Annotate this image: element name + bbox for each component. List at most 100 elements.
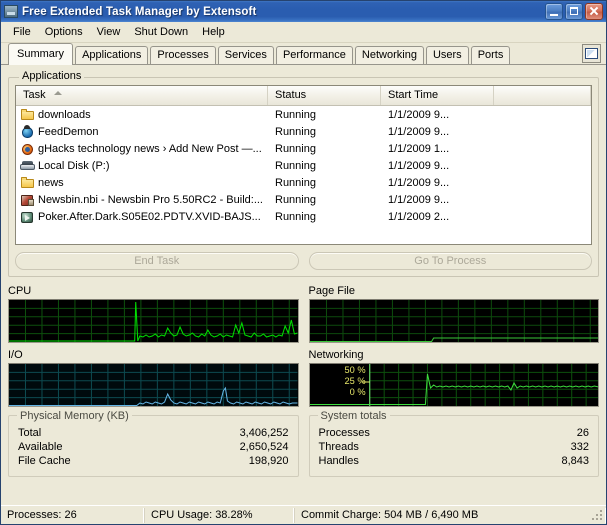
- system-totals-panel: System totals Processes 26 Threads 332 H…: [308, 410, 599, 477]
- window-title: Free Extended Task Manager by Extensoft: [22, 5, 257, 18]
- newsbin-icon: [20, 193, 35, 207]
- media-player-icon: [20, 210, 35, 224]
- networking-axis-label-0: 0 %: [349, 387, 365, 397]
- go-to-process-button[interactable]: Go To Process: [308, 252, 592, 270]
- menu-shut-down[interactable]: Shut Down: [127, 24, 195, 40]
- page-file-graph: [308, 299, 599, 343]
- summary-tab-panel: Applications Task Status Start Time down…: [1, 65, 606, 505]
- totals-processes-value: 26: [576, 427, 589, 439]
- window-controls: [545, 3, 603, 20]
- disk-drive-icon: [20, 159, 35, 173]
- task-status: Running: [275, 193, 316, 206]
- io-graph-label: I/O: [8, 349, 23, 361]
- title-bar: Free Extended Task Manager by Extensoft: [1, 1, 606, 22]
- io-graph: [8, 363, 299, 407]
- task-name: downloads: [38, 108, 91, 121]
- column-header-task-label: Task: [23, 89, 46, 101]
- memory-total-label: Total: [18, 427, 42, 439]
- networking-axis-label-50: 50 %: [344, 365, 365, 375]
- applications-group-label: Applications: [19, 70, 85, 82]
- list-item: Handles 8,843: [319, 454, 590, 468]
- always-on-top-button[interactable]: [582, 44, 601, 63]
- cpu-graph-label: CPU: [8, 285, 32, 297]
- list-item: Threads 332: [319, 440, 590, 454]
- task-name: FeedDemon: [38, 125, 99, 138]
- system-totals-title: System totals: [317, 410, 390, 422]
- physical-memory-title: Physical Memory (KB): [17, 410, 132, 422]
- cpu-graph: [8, 299, 299, 343]
- column-header-status[interactable]: Status: [268, 86, 381, 105]
- memory-available-label: Available: [18, 441, 63, 453]
- table-row[interactable]: downloads Running 1/1/2009 9...: [16, 106, 591, 123]
- io-graph-cell: I/O: [8, 349, 299, 407]
- maximize-button[interactable]: [565, 3, 583, 20]
- task-status: Running: [275, 108, 316, 121]
- status-bar: Processes: 26 CPU Usage: 38.28% Commit C…: [1, 505, 606, 524]
- close-button[interactable]: [585, 3, 603, 20]
- list-item: Total 3,406,252: [18, 426, 289, 440]
- networking-graph: 50 % 25 % 0 %: [308, 363, 599, 407]
- tab-applications[interactable]: Applications: [75, 46, 149, 64]
- tab-processes[interactable]: Processes: [150, 46, 216, 64]
- networking-graph-label: Networking: [308, 349, 364, 361]
- networking-graph-cell: Networking 50 % 25 % 0 %: [308, 349, 599, 407]
- cpu-graph-cell: CPU: [8, 285, 299, 343]
- task-name: Poker.After.Dark.S05E02.PDTV.XVID-BAJS..…: [38, 210, 261, 223]
- task-name: Newsbin.nbi - Newsbin Pro 5.50RC2 - Buil…: [38, 193, 263, 206]
- list-item: File Cache 198,920: [18, 454, 289, 468]
- task-name: Local Disk (P:): [38, 159, 110, 172]
- column-header-task[interactable]: Task: [16, 86, 268, 105]
- menu-options[interactable]: Options: [38, 24, 90, 40]
- totals-handles-label: Handles: [318, 455, 359, 467]
- performance-graphs: CPU Page File I/O Networking 50 % 25 % 0…: [8, 285, 599, 407]
- memory-available-value: 2,650,524: [239, 441, 289, 453]
- end-task-button[interactable]: End Task: [15, 252, 299, 270]
- table-row[interactable]: Newsbin.nbi - Newsbin Pro 5.50RC2 - Buil…: [16, 191, 591, 208]
- totals-threads-value: 332: [570, 441, 589, 453]
- task-start-time: 1/1/2009 9...: [388, 125, 450, 138]
- monitor-icon: [585, 48, 598, 59]
- applications-group: Applications Task Status Start Time down…: [8, 70, 599, 277]
- task-name: news: [38, 176, 64, 189]
- task-start-time: 1/1/2009 9...: [388, 159, 450, 172]
- tab-performance[interactable]: Performance: [275, 46, 353, 64]
- table-row[interactable]: FeedDemon Running 1/1/2009 9...: [16, 123, 591, 140]
- memory-file-cache-label: File Cache: [18, 455, 71, 467]
- list-item: Processes 26: [319, 426, 590, 440]
- minimize-button[interactable]: [545, 3, 563, 20]
- memory-file-cache-value: 198,920: [248, 455, 289, 467]
- task-start-time: 1/1/2009 9...: [388, 108, 450, 121]
- list-item: Available 2,650,524: [18, 440, 289, 454]
- menu-help[interactable]: Help: [195, 24, 232, 40]
- column-header-filler: [494, 86, 591, 105]
- task-status: Running: [275, 142, 316, 155]
- column-header-start-time[interactable]: Start Time: [381, 86, 494, 105]
- networking-axis-label-25: 25 %: [344, 376, 365, 386]
- applications-list[interactable]: Task Status Start Time downloads Running…: [15, 85, 592, 245]
- page-file-graph-label: Page File: [308, 285, 355, 297]
- table-row[interactable]: Local Disk (P:) Running 1/1/2009 9...: [16, 157, 591, 174]
- task-start-time: 1/1/2009 2...: [388, 210, 450, 223]
- table-row[interactable]: gHacks technology news › Add New Post —.…: [16, 140, 591, 157]
- firefox-icon: [20, 142, 35, 156]
- status-cpu-usage: CPU Usage: 38.28%: [144, 507, 294, 523]
- task-status: Running: [275, 176, 316, 189]
- status-processes: Processes: 26: [1, 507, 144, 523]
- tab-ports[interactable]: Ports: [470, 46, 511, 64]
- tab-services[interactable]: Services: [217, 46, 274, 64]
- status-commit-charge: Commit Charge: 504 MB / 6,490 MB: [294, 507, 606, 523]
- tab-summary[interactable]: Summary: [8, 43, 74, 65]
- memory-total-value: 3,406,252: [239, 427, 289, 439]
- tab-users[interactable]: Users: [425, 46, 469, 64]
- totals-threads-label: Threads: [318, 441, 359, 453]
- page-file-graph-svg: [309, 300, 598, 342]
- resize-grip[interactable]: [592, 510, 604, 522]
- menu-view[interactable]: View: [90, 24, 128, 40]
- app-icon: [4, 5, 18, 18]
- table-row[interactable]: Poker.After.Dark.S05E02.PDTV.XVID-BAJS..…: [16, 208, 591, 225]
- folder-icon: [20, 176, 35, 190]
- tab-networking[interactable]: Networking: [354, 46, 424, 64]
- menu-file[interactable]: File: [6, 24, 38, 40]
- sort-ascending-icon: [53, 91, 62, 95]
- table-row[interactable]: news Running 1/1/2009 9...: [16, 174, 591, 191]
